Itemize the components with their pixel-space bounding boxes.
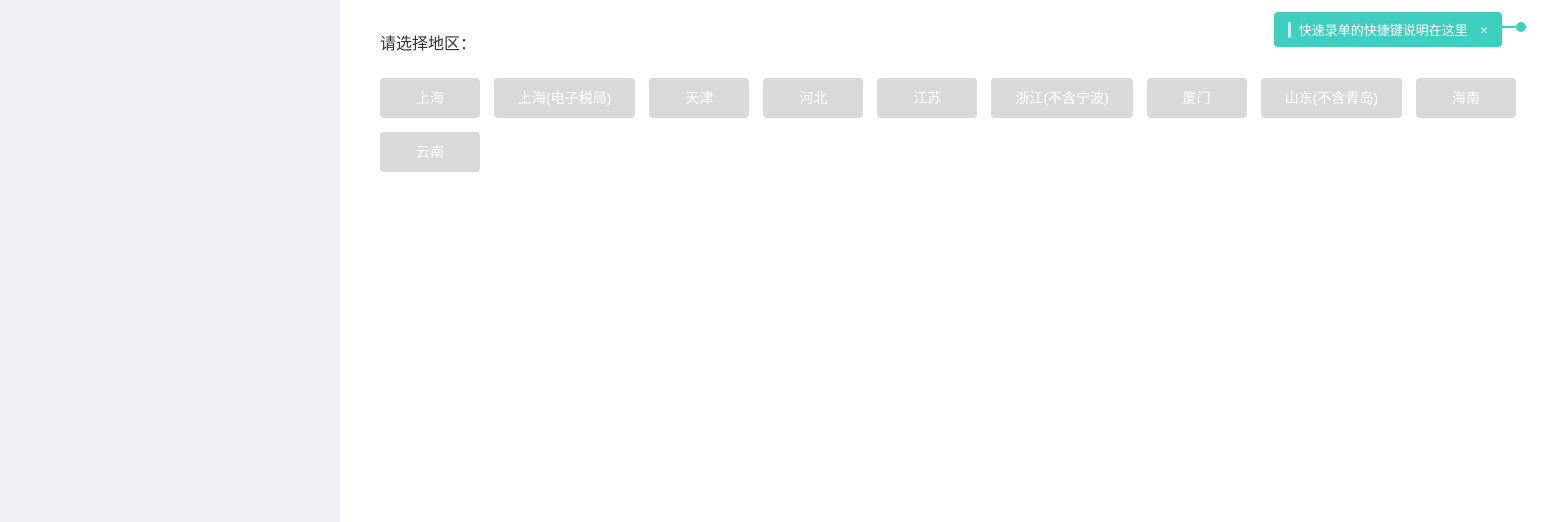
- region-button-shanghai[interactable]: 上海: [380, 78, 480, 118]
- region-button-hebei[interactable]: 河北: [763, 78, 863, 118]
- tooltip-text: 快速录单的快捷键说明在这里: [1299, 20, 1468, 39]
- tooltip-banner: 快速录单的快捷键说明在这里 ×: [1274, 12, 1502, 47]
- region-buttons: 上海上海(电子税局) 天津河北江苏浙江(不含宁波) 厦门山东(不含青岛) 海南云南: [380, 78, 1522, 172]
- region-button-hainan[interactable]: 海南: [1416, 78, 1516, 118]
- tooltip-dot: [1516, 22, 1526, 32]
- region-button-yunnan[interactable]: 云南: [380, 132, 480, 172]
- region-button-jiangsu[interactable]: 江苏: [877, 78, 977, 118]
- sidebar: [0, 0, 340, 522]
- region-button-shanghai-etax[interactable]: 上海(电子税局): [494, 78, 635, 118]
- region-button-tianjin[interactable]: 天津: [649, 78, 749, 118]
- region-button-zhejiang[interactable]: 浙江(不含宁波): [991, 78, 1132, 118]
- region-button-shandong[interactable]: 山东(不含青岛): [1261, 78, 1402, 118]
- tooltip-close-button[interactable]: ×: [1480, 22, 1488, 38]
- tooltip-connector-line: [1502, 26, 1516, 28]
- tooltip-left-bar: [1288, 22, 1291, 38]
- main-content: 请选择地区： 上海上海(电子税局)天津河北江苏浙江(不含宁波)厦门山东(不含青岛…: [340, 0, 1562, 522]
- region-button-xiamen[interactable]: 厦门: [1147, 78, 1247, 118]
